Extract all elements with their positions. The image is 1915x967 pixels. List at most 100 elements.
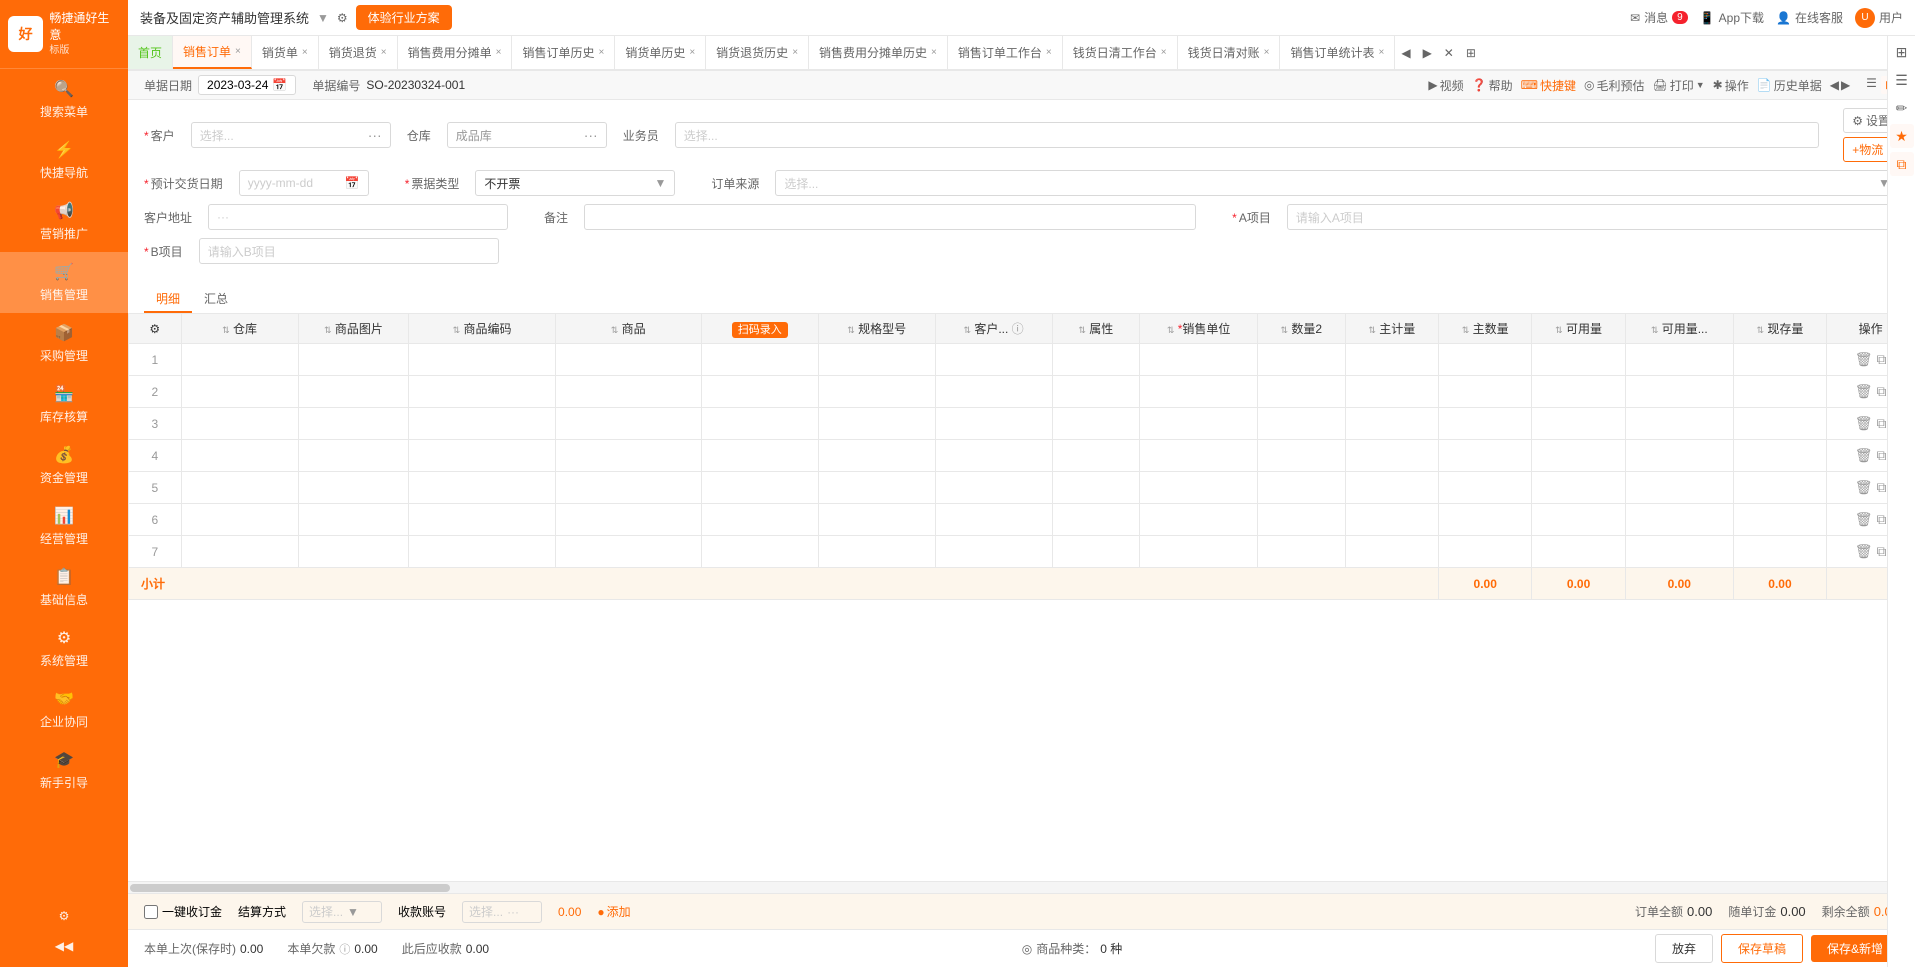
- th-image[interactable]: ⇅ 商品图片: [298, 314, 409, 344]
- delete-row-btn[interactable]: 🗑: [1855, 511, 1873, 528]
- view-btn[interactable]: ▶ 视频: [1428, 77, 1463, 94]
- right-panel-star-icon[interactable]: ★: [1890, 124, 1914, 148]
- detail-tab-detail[interactable]: 明细: [144, 286, 192, 313]
- close-icon[interactable]: ×: [1161, 47, 1167, 58]
- row-3-warehouse[interactable]: [181, 408, 298, 440]
- row-4-available2[interactable]: [1625, 440, 1733, 472]
- row-5-customer-code[interactable]: [935, 472, 1052, 504]
- row-6-main-unit[interactable]: [1345, 504, 1438, 536]
- row-3-main-qty[interactable]: [1439, 408, 1532, 440]
- th-qty2[interactable]: ⇅ 数量2: [1257, 314, 1345, 344]
- close-icon[interactable]: ×: [931, 47, 937, 58]
- remark-input[interactable]: [584, 204, 1196, 230]
- th-stock[interactable]: ⇅ 现存量: [1733, 314, 1826, 344]
- tab-order-workbench[interactable]: 销售订单工作台 ×: [948, 36, 1063, 69]
- row-7-customer-code[interactable]: [935, 536, 1052, 568]
- row-4-main-unit[interactable]: [1345, 440, 1438, 472]
- row-5-warehouse[interactable]: [181, 472, 298, 504]
- row-5-stock[interactable]: [1733, 472, 1826, 504]
- shortcut-btn[interactable]: ⌨ 快捷键: [1521, 77, 1576, 94]
- user-btn[interactable]: U 用户: [1855, 8, 1903, 28]
- tab-prev-btn[interactable]: ◀: [1395, 46, 1416, 60]
- row-1-attr[interactable]: [1052, 344, 1140, 376]
- next-history-btn[interactable]: ▶: [1841, 78, 1850, 92]
- row-6-qty2[interactable]: [1257, 504, 1345, 536]
- row-5-attr[interactable]: [1052, 472, 1140, 504]
- close-icon[interactable]: ×: [792, 47, 798, 58]
- save-new-btn[interactable]: 保存&新增: [1811, 935, 1899, 962]
- row-3-code[interactable]: [409, 408, 555, 440]
- row-1-image[interactable]: [298, 344, 409, 376]
- sidebar-item-operations[interactable]: 📊 经营管理: [0, 496, 128, 557]
- row-3-qty2[interactable]: [1257, 408, 1345, 440]
- row-4-stock[interactable]: [1733, 440, 1826, 472]
- invoice-select[interactable]: 不开票 ▼: [475, 170, 675, 196]
- row-6-spec[interactable]: [818, 504, 935, 536]
- row-3-goods[interactable]: [555, 408, 701, 440]
- app-download-btn[interactable]: 📱 App下载: [1700, 9, 1764, 26]
- th-spec[interactable]: ⇅ 规格型号: [818, 314, 935, 344]
- tab-expense-history[interactable]: 销售费用分摊单历史 ×: [809, 36, 948, 69]
- tab-sales-order[interactable]: 销售订单 ×: [173, 36, 252, 69]
- close-icon[interactable]: ×: [689, 47, 695, 58]
- tab-close-all-btn[interactable]: ✕: [1438, 46, 1460, 60]
- row-7-goods[interactable]: [555, 536, 701, 568]
- row-3-image[interactable]: [298, 408, 409, 440]
- row-6-available[interactable]: [1532, 504, 1625, 536]
- delete-row-btn[interactable]: 🗑: [1855, 351, 1873, 368]
- row-2-available[interactable]: [1532, 376, 1625, 408]
- row-4-scan[interactable]: [701, 440, 818, 472]
- delete-row-btn[interactable]: 🗑: [1855, 543, 1873, 560]
- tab-home[interactable]: 首页: [128, 36, 173, 69]
- row-7-available2[interactable]: [1625, 536, 1733, 568]
- row-2-main-qty[interactable]: [1439, 376, 1532, 408]
- tab-sales-goods[interactable]: 销货单 ×: [252, 36, 319, 69]
- account-select[interactable]: 选择... ···: [462, 901, 542, 923]
- th-code[interactable]: ⇅ 商品编码: [409, 314, 555, 344]
- row-4-spec[interactable]: [818, 440, 935, 472]
- a-project-input[interactable]: 请输入A项目: [1287, 204, 1899, 230]
- salesperson-input[interactable]: 选择...: [675, 122, 1820, 148]
- copy-row-btn[interactable]: ⧉: [1876, 415, 1886, 432]
- prev-history-btn[interactable]: ◀: [1830, 78, 1839, 92]
- b-project-input[interactable]: 请输入B项目: [199, 238, 499, 264]
- operation-btn[interactable]: ✱ 操作: [1713, 77, 1749, 94]
- detail-tab-summary[interactable]: 汇总: [192, 286, 240, 313]
- row-7-available[interactable]: [1532, 536, 1625, 568]
- row-5-spec[interactable]: [818, 472, 935, 504]
- row-5-unit[interactable]: [1140, 472, 1258, 504]
- th-main-qty[interactable]: ⇅ 主数量: [1439, 314, 1532, 344]
- add-payment-btn[interactable]: ● 添加: [597, 903, 630, 920]
- tab-goods-history[interactable]: 销货单历史 ×: [615, 36, 706, 69]
- message-btn[interactable]: ✉ 消息 9: [1630, 9, 1688, 26]
- row-4-unit[interactable]: [1140, 440, 1258, 472]
- close-icon[interactable]: ×: [1378, 47, 1384, 58]
- sidebar-item-marketing[interactable]: 📢 营销推广: [0, 191, 128, 252]
- row-2-goods[interactable]: [555, 376, 701, 408]
- history-btn[interactable]: 📄 历史单据: [1757, 77, 1822, 94]
- row-4-goods[interactable]: [555, 440, 701, 472]
- row-4-main-qty[interactable]: [1439, 440, 1532, 472]
- close-icon[interactable]: ×: [302, 47, 308, 58]
- row-3-customer-code[interactable]: [935, 408, 1052, 440]
- tab-next-btn[interactable]: ▶: [1417, 46, 1438, 60]
- row-1-customer-code[interactable]: [935, 344, 1052, 376]
- row-5-scan[interactable]: [701, 472, 818, 504]
- tab-daily-workbench[interactable]: 钱货日清工作台 ×: [1063, 36, 1178, 69]
- th-customer-code[interactable]: ⇅ 客户... ⓘ: [935, 314, 1052, 344]
- row-5-available2[interactable]: [1625, 472, 1733, 504]
- right-panel-edit-icon[interactable]: ✏: [1890, 96, 1914, 120]
- copy-row-btn[interactable]: ⧉: [1876, 511, 1886, 528]
- row-7-attr[interactable]: [1052, 536, 1140, 568]
- row-2-spec[interactable]: [818, 376, 935, 408]
- row-4-customer-code[interactable]: [935, 440, 1052, 472]
- online-service-btn[interactable]: 👤 在线客服: [1776, 9, 1843, 26]
- save-draft-btn[interactable]: 保存草稿: [1721, 934, 1803, 963]
- th-available2[interactable]: ⇅ 可用量...: [1625, 314, 1733, 344]
- sidebar-item-finance[interactable]: 💰 资金管理: [0, 435, 128, 496]
- scan-btn[interactable]: 扫码录入: [732, 322, 788, 338]
- close-icon[interactable]: ×: [598, 47, 604, 58]
- list-view-btn[interactable]: ☰: [1866, 76, 1877, 94]
- row-1-available2[interactable]: [1625, 344, 1733, 376]
- row-5-main-qty[interactable]: [1439, 472, 1532, 504]
